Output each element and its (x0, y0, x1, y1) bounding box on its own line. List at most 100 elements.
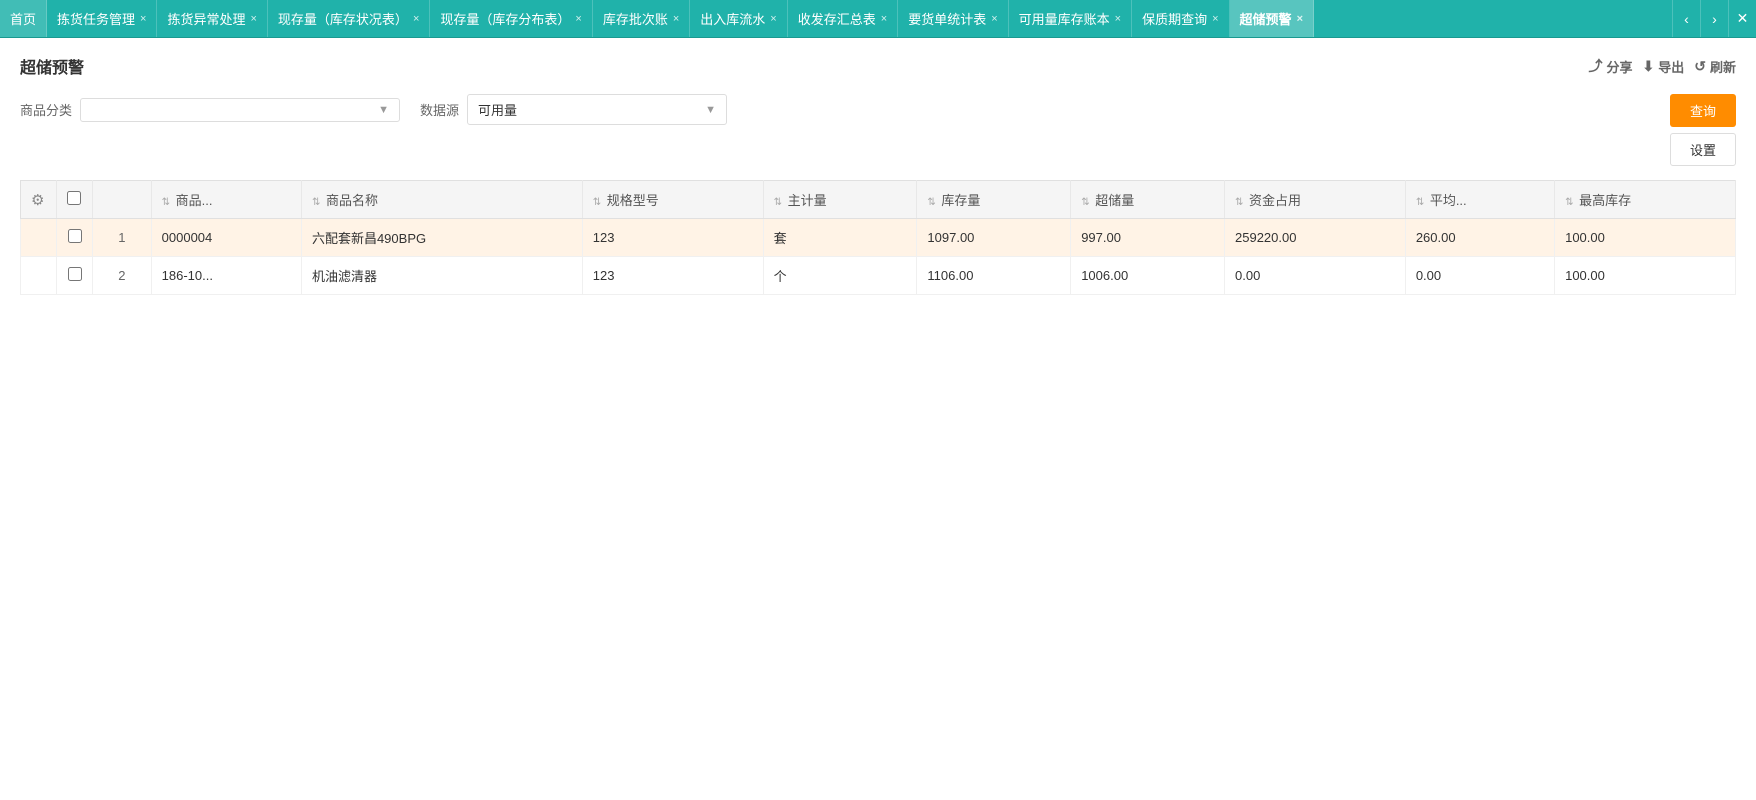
header-avg[interactable]: ⇅ 平均... (1405, 181, 1554, 219)
row-checkbox[interactable] (68, 229, 82, 243)
export-btn[interactable]: ⬇ 导出 (1643, 57, 1685, 76)
sort-icon-stock: ⇅ (927, 197, 935, 208)
share-label: 分享 (1606, 57, 1632, 76)
datasource-chevron-icon: ▼ (705, 104, 716, 116)
sort-icon-capital: ⇅ (1235, 197, 1243, 208)
datasource-select-value: 可用量 (478, 100, 517, 119)
header-unit[interactable]: ⇅ 主计量 (763, 181, 917, 219)
sort-icon-spec: ⇅ (593, 197, 601, 208)
close-icon[interactable]: × (673, 13, 679, 25)
category-filter: 商品分类 ▼ (20, 98, 400, 122)
header-product-code[interactable]: ⇅ 商品... (151, 181, 301, 219)
share-btn[interactable]: ⤴ 分享 (1588, 56, 1632, 76)
header-max-stock[interactable]: ⇅ 最高库存 (1555, 181, 1736, 219)
row-capital: 0.00 (1225, 257, 1406, 295)
close-icon[interactable]: × (991, 13, 997, 25)
select-all-checkbox[interactable] (67, 191, 81, 205)
share-icon: ⤴ (1588, 56, 1602, 76)
row-capital: 259220.00 (1225, 219, 1406, 257)
close-icon[interactable]: × (1212, 13, 1218, 25)
nav-item------[interactable]: 库存批次账× (593, 0, 690, 38)
nav-arrow-right[interactable]: › (1700, 0, 1728, 38)
header-stock[interactable]: ⇅ 库存量 (917, 181, 1071, 219)
settings-button[interactable]: 设置 (1670, 133, 1736, 166)
row-avg: 260.00 (1405, 219, 1554, 257)
datasource-select[interactable]: 可用量 ▼ (467, 94, 727, 125)
row-num: 2 (93, 257, 152, 295)
row-gear (21, 219, 57, 257)
table-header-row: ⚙ ⇅ 商品... ⇅ 商品名称 ⇅ 规格型号 (21, 181, 1736, 219)
row-unit: 个 (763, 257, 917, 295)
refresh-icon: ↺ (1694, 58, 1706, 75)
row-max-stock: 100.00 (1555, 219, 1736, 257)
sort-icon-avg: ⇅ (1416, 197, 1424, 208)
nav-item-----------[interactable]: 现存量（库存状况表）× (268, 0, 430, 38)
header-spec[interactable]: ⇅ 规格型号 (582, 181, 763, 219)
page-actions: ⤴ 分享 ⬇ 导出 ↺ 刷新 (1588, 56, 1736, 76)
data-table: ⚙ ⇅ 商品... ⇅ 商品名称 ⇅ 规格型号 (20, 180, 1736, 295)
row-stock: 1097.00 (917, 219, 1071, 257)
row-spec: 123 (582, 257, 763, 295)
table-body: 1 0000004 六配套新昌490BPG 123 套 1097.00 997.… (21, 219, 1736, 295)
row-max-stock: 100.00 (1555, 257, 1736, 295)
close-icon[interactable]: × (250, 13, 256, 25)
close-icon[interactable]: × (575, 13, 581, 25)
sort-icon-overstock: ⇅ (1081, 197, 1089, 208)
filter-area: 商品分类 ▼ 数据源 可用量 ▼ 查询 设置 (20, 94, 1736, 166)
row-product-name: 六配套新昌490BPG (301, 219, 582, 257)
sort-icon-max-stock: ⇅ (1565, 197, 1573, 208)
refresh-label: 刷新 (1710, 57, 1736, 76)
row-product-code: 186-10... (151, 257, 301, 295)
nav-item-------[interactable]: 要货单统计表× (898, 0, 1008, 38)
row-checkbox-cell (57, 219, 93, 257)
row-unit: 套 (763, 219, 917, 257)
nav-item------[interactable]: 保质期查询× (1132, 0, 1229, 38)
category-select[interactable]: ▼ (80, 98, 400, 122)
row-overstock: 1006.00 (1071, 257, 1225, 295)
nav-item-----[interactable]: 超储预警× (1230, 0, 1314, 38)
nav-item--------[interactable]: 可用量库存账本× (1009, 0, 1132, 38)
row-stock: 1106.00 (917, 257, 1071, 295)
page-title-row: 超储预警 ⤴ 分享 ⬇ 导出 ↺ 刷新 (20, 54, 1736, 78)
close-icon[interactable]: × (413, 13, 419, 25)
row-product-name: 机油滤清器 (301, 257, 582, 295)
header-overstock[interactable]: ⇅ 超储量 (1071, 181, 1225, 219)
table-row: 1 0000004 六配套新昌490BPG 123 套 1097.00 997.… (21, 219, 1736, 257)
nav-item-------[interactable]: 收发存汇总表× (788, 0, 898, 38)
close-icon[interactable]: × (140, 13, 146, 25)
close-icon[interactable]: × (770, 13, 776, 25)
row-avg: 0.00 (1405, 257, 1554, 295)
nav-item-------[interactable]: 拣货异常处理× (157, 0, 267, 38)
category-chevron-icon: ▼ (378, 104, 389, 116)
header-gear: ⚙ (21, 181, 57, 219)
nav-item---[interactable]: 首页 (0, 0, 47, 38)
close-icon[interactable]: × (881, 13, 887, 25)
row-checkbox[interactable] (68, 267, 82, 281)
page-title: 超储预警 (20, 54, 84, 78)
header-capital[interactable]: ⇅ 资金占用 (1225, 181, 1406, 219)
refresh-btn[interactable]: ↺ 刷新 (1694, 57, 1736, 76)
nav-item-------[interactable]: 拣货任务管理× (47, 0, 157, 38)
nav-item-----------[interactable]: 现存量（库存分布表）× (430, 0, 592, 38)
nav-arrow-close[interactable]: ✕ (1728, 0, 1756, 38)
datasource-filter: 数据源 可用量 ▼ (420, 94, 727, 125)
header-num (93, 181, 152, 219)
export-icon: ⬇ (1643, 58, 1655, 75)
close-icon[interactable]: × (1115, 13, 1121, 25)
gear-icon[interactable]: ⚙ (31, 191, 44, 209)
row-product-code: 0000004 (151, 219, 301, 257)
nav-arrow-left[interactable]: ‹ (1672, 0, 1700, 38)
table-row: 2 186-10... 机油滤清器 123 个 1106.00 1006.00 … (21, 257, 1736, 295)
filter-inputs: 商品分类 ▼ 数据源 可用量 ▼ (20, 94, 727, 125)
sort-icon-product-code: ⇅ (162, 197, 170, 208)
query-button[interactable]: 查询 (1670, 94, 1736, 127)
header-checkbox (57, 181, 93, 219)
page-content: 超储预警 ⤴ 分享 ⬇ 导出 ↺ 刷新 商品分类 ▼ (0, 38, 1756, 311)
sort-icon-product-name: ⇅ (312, 197, 320, 208)
row-num: 1 (93, 219, 152, 257)
nav-item------[interactable]: 出入库流水× (690, 0, 787, 38)
filter-buttons: 查询 设置 (1670, 94, 1736, 166)
header-product-name[interactable]: ⇅ 商品名称 (301, 181, 582, 219)
close-icon[interactable]: × (1297, 13, 1303, 25)
category-label: 商品分类 (20, 100, 72, 119)
